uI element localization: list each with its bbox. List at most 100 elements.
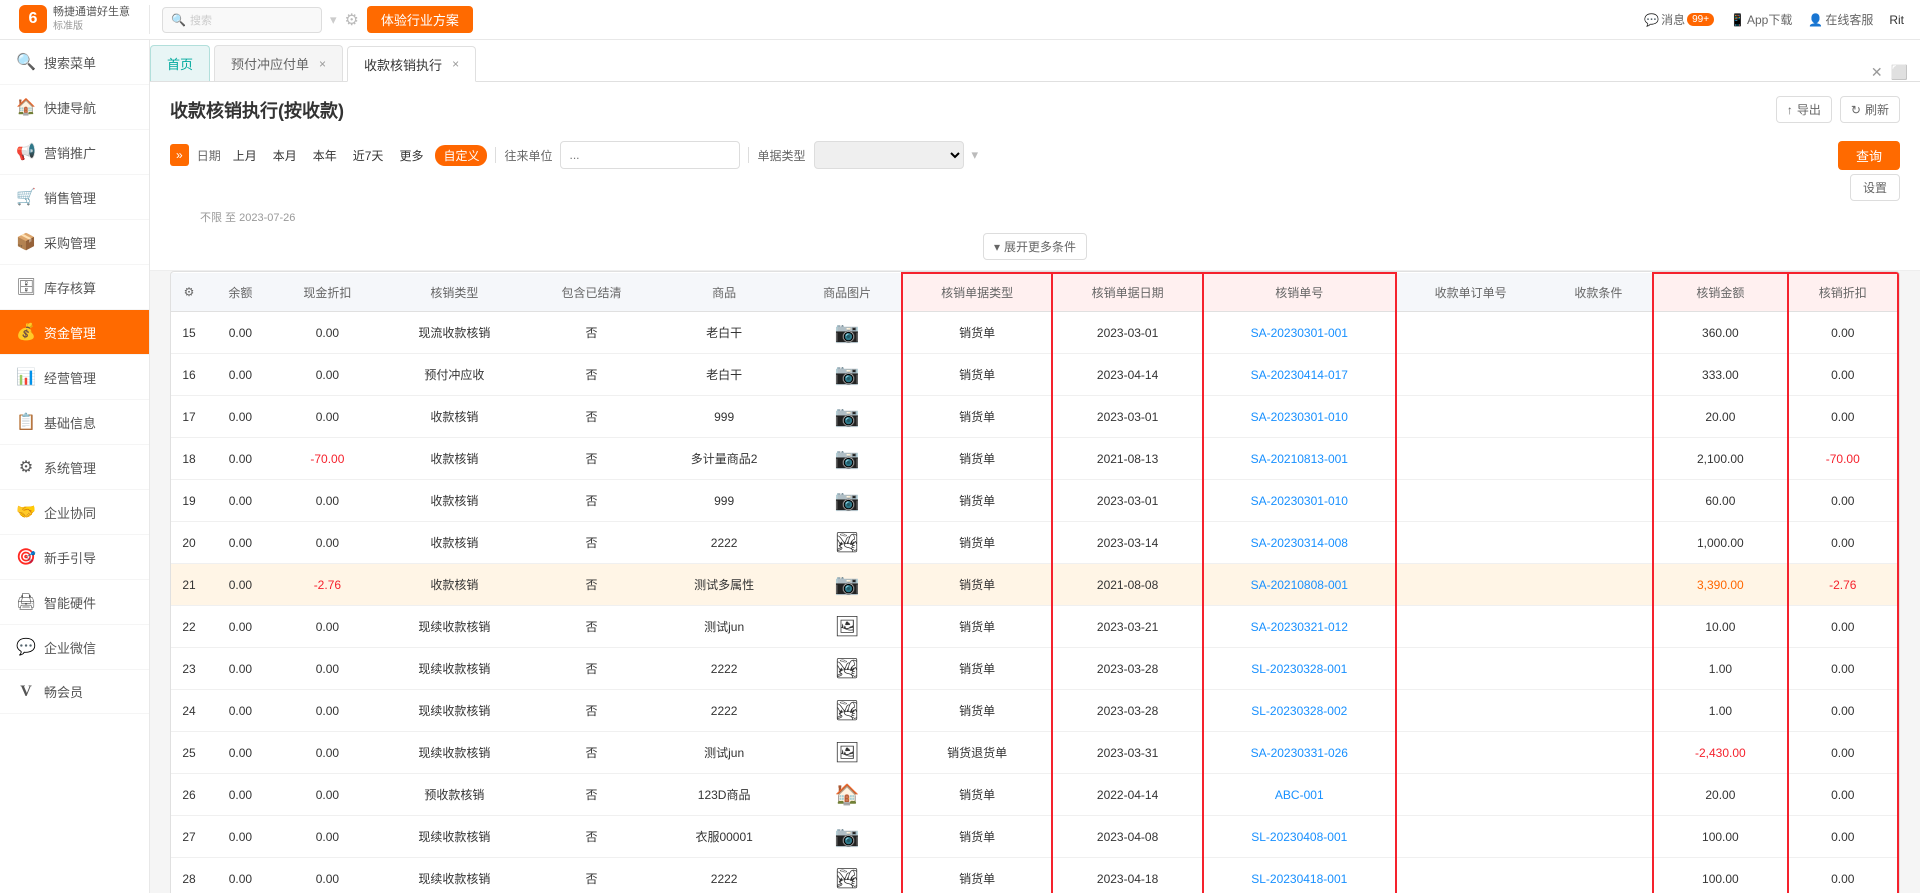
cell-verify-type: 现续收款核销 xyxy=(381,858,528,893)
cell-receipt-condition xyxy=(1545,648,1654,690)
sidebar-label-sales: 销售管理 xyxy=(44,188,96,207)
cell-bill-type: 销货单 xyxy=(902,648,1052,690)
cell-verify-type: 现流收款核销 xyxy=(381,312,528,354)
cell-bill-no[interactable]: SA-20230301-010 xyxy=(1203,396,1396,438)
cell-verify-amount: 20.00 xyxy=(1653,396,1787,438)
filter-custom[interactable]: 自定义 xyxy=(435,145,487,166)
cell-receipt-condition xyxy=(1545,774,1654,816)
sidebar-label-enterprise: 企业协同 xyxy=(44,503,96,522)
tab-verify-close[interactable]: × xyxy=(452,57,459,71)
table-wrap: ⚙ 余额 现金折扣 核销类型 包含已结清 商品 商品图片 核销单据类型 核销单据… xyxy=(170,271,1900,893)
user-name[interactable]: Rit xyxy=(1889,13,1904,27)
enterprise-icon: 🤝 xyxy=(16,502,36,522)
cell-include-settled: 否 xyxy=(528,564,655,606)
refresh-btn[interactable]: ↻ 刷新 xyxy=(1840,96,1900,123)
cell-bill-no[interactable]: SA-20210813-001 xyxy=(1203,438,1396,480)
cell-balance: 0.00 xyxy=(207,522,274,564)
cell-bill-no[interactable]: SA-20230314-008 xyxy=(1203,522,1396,564)
sidebar-item-basic-info[interactable]: 📋 基础信息 xyxy=(0,400,149,445)
cell-cash-discount: -2.76 xyxy=(274,564,381,606)
window-maximize-btn[interactable]: ⬜ xyxy=(1891,64,1908,81)
cell-bill-date: 2023-03-28 xyxy=(1052,648,1202,690)
sidebar-item-purchase[interactable]: 📦 采购管理 xyxy=(0,220,149,265)
sidebar-item-hardware[interactable]: 🖨 智能硬件 xyxy=(0,580,149,625)
tab-prepay-close[interactable]: × xyxy=(319,57,326,71)
cell-verify-discount: 0.00 xyxy=(1788,354,1898,396)
cell-verify-amount: 1.00 xyxy=(1653,690,1787,732)
cell-bill-no[interactable]: SA-20230301-001 xyxy=(1203,312,1396,354)
cell-balance: 0.00 xyxy=(207,396,274,438)
col-verify-type: 核销类型 xyxy=(381,273,528,312)
filter-last-month[interactable]: 上月 xyxy=(229,145,261,166)
cell-id: 23 xyxy=(171,648,207,690)
tab-home[interactable]: 首页 xyxy=(150,45,210,81)
cell-bill-type: 销货退货单 xyxy=(902,732,1052,774)
cell-bill-no[interactable]: SA-20230331-026 xyxy=(1203,732,1396,774)
filter-more[interactable]: 更多 xyxy=(395,145,427,166)
cell-receipt-order-no xyxy=(1396,438,1545,480)
cell-bill-no[interactable]: SL-20230328-002 xyxy=(1203,690,1396,732)
cell-bill-date: 2023-04-08 xyxy=(1052,816,1202,858)
settings-btn[interactable]: 设置 xyxy=(1850,174,1900,201)
sidebar-item-operation[interactable]: 📊 经营管理 xyxy=(0,355,149,400)
tab-home-label: 首页 xyxy=(167,54,193,73)
cell-include-settled: 否 xyxy=(528,690,655,732)
app-download-label: App下载 xyxy=(1747,11,1792,28)
filter-this-year[interactable]: 本年 xyxy=(309,145,341,166)
bill-type-select[interactable] xyxy=(814,141,964,169)
cell-bill-no[interactable]: SA-20210808-001 xyxy=(1203,564,1396,606)
cell-cash-discount: 0.00 xyxy=(274,606,381,648)
top-search-box[interactable]: 🔍 搜索 xyxy=(162,7,322,33)
cell-bill-no[interactable]: SA-20230414-017 xyxy=(1203,354,1396,396)
sidebar-item-member[interactable]: V 畅会员 xyxy=(0,670,149,714)
gear-icon[interactable]: ⚙ xyxy=(345,10,359,30)
sidebar-item-wechat[interactable]: 💬 企业微信 xyxy=(0,625,149,670)
expand-arrow-btn[interactable]: » xyxy=(170,144,189,166)
cell-balance: 0.00 xyxy=(207,480,274,522)
export-btn[interactable]: ↑ 导出 xyxy=(1776,96,1832,123)
tab-verify[interactable]: 收款核销执行 × xyxy=(347,46,476,82)
table-row: 27 0.00 0.00 现续收款核销 否 衣服00001 📷 销货单 2023… xyxy=(171,816,1898,858)
cell-verify-type: 预付冲应收 xyxy=(381,354,528,396)
sidebar-item-finance[interactable]: 💰 资金管理 xyxy=(0,310,149,355)
cell-bill-no[interactable]: ABC-001 xyxy=(1203,774,1396,816)
message-link[interactable]: 💬 消息 99+ xyxy=(1644,11,1714,28)
sidebar-label-marketing: 营销推广 xyxy=(44,143,96,162)
col-gear[interactable]: ⚙ xyxy=(171,273,207,312)
cell-verify-discount: 0.00 xyxy=(1788,522,1898,564)
counterpart-input[interactable] xyxy=(560,141,740,169)
cell-receipt-condition xyxy=(1545,312,1654,354)
window-close-btn[interactable]: ✕ xyxy=(1871,64,1883,81)
app-download-link[interactable]: 📱 App下载 xyxy=(1730,11,1792,28)
tab-prepay[interactable]: 预付冲应付单 × xyxy=(214,45,343,81)
col-balance: 余额 xyxy=(207,273,274,312)
query-btn[interactable]: 查询 xyxy=(1838,141,1900,170)
sidebar-item-enterprise[interactable]: 🤝 企业协同 xyxy=(0,490,149,535)
cell-balance: 0.00 xyxy=(207,606,274,648)
table-row: 17 0.00 0.00 收款核销 否 999 📷 销货单 2023-03-01… xyxy=(171,396,1898,438)
industry-btn[interactable]: 体验行业方案 xyxy=(367,6,473,33)
sidebar-item-marketing[interactable]: 📢 营销推广 xyxy=(0,130,149,175)
sidebar-item-system[interactable]: ⚙ 系统管理 xyxy=(0,445,149,490)
cell-include-settled: 否 xyxy=(528,396,655,438)
sidebar-item-quick-nav[interactable]: 🏠 快捷导航 xyxy=(0,85,149,130)
cell-receipt-condition xyxy=(1545,396,1654,438)
cell-bill-no[interactable]: SA-20230321-012 xyxy=(1203,606,1396,648)
cell-bill-no[interactable]: SA-20230301-010 xyxy=(1203,480,1396,522)
sidebar-label-system: 系统管理 xyxy=(44,458,96,477)
filter-last7days[interactable]: 近7天 xyxy=(349,145,388,166)
sidebar-item-guide[interactable]: 🎯 新手引导 xyxy=(0,535,149,580)
cell-bill-no[interactable]: SL-20230408-001 xyxy=(1203,816,1396,858)
filter-this-month[interactable]: 本月 xyxy=(269,145,301,166)
sidebar-item-search[interactable]: 🔍 搜索菜单 xyxy=(0,40,149,85)
cell-goods: 999 xyxy=(655,396,793,438)
cell-goods-img: 🖼 xyxy=(793,732,902,774)
cell-bill-no[interactable]: SL-20230328-001 xyxy=(1203,648,1396,690)
sidebar-item-inventory[interactable]: 🗄 库存核算 xyxy=(0,265,149,310)
online-service-link[interactable]: 👤 在线客服 xyxy=(1808,11,1873,28)
cell-bill-no[interactable]: SL-20230418-001 xyxy=(1203,858,1396,893)
cell-id: 27 xyxy=(171,816,207,858)
expand-more-btn[interactable]: ▾ 展开更多条件 xyxy=(983,233,1087,260)
bill-type-label: 单据类型 xyxy=(757,147,805,164)
sidebar-item-sales[interactable]: 🛒 销售管理 xyxy=(0,175,149,220)
